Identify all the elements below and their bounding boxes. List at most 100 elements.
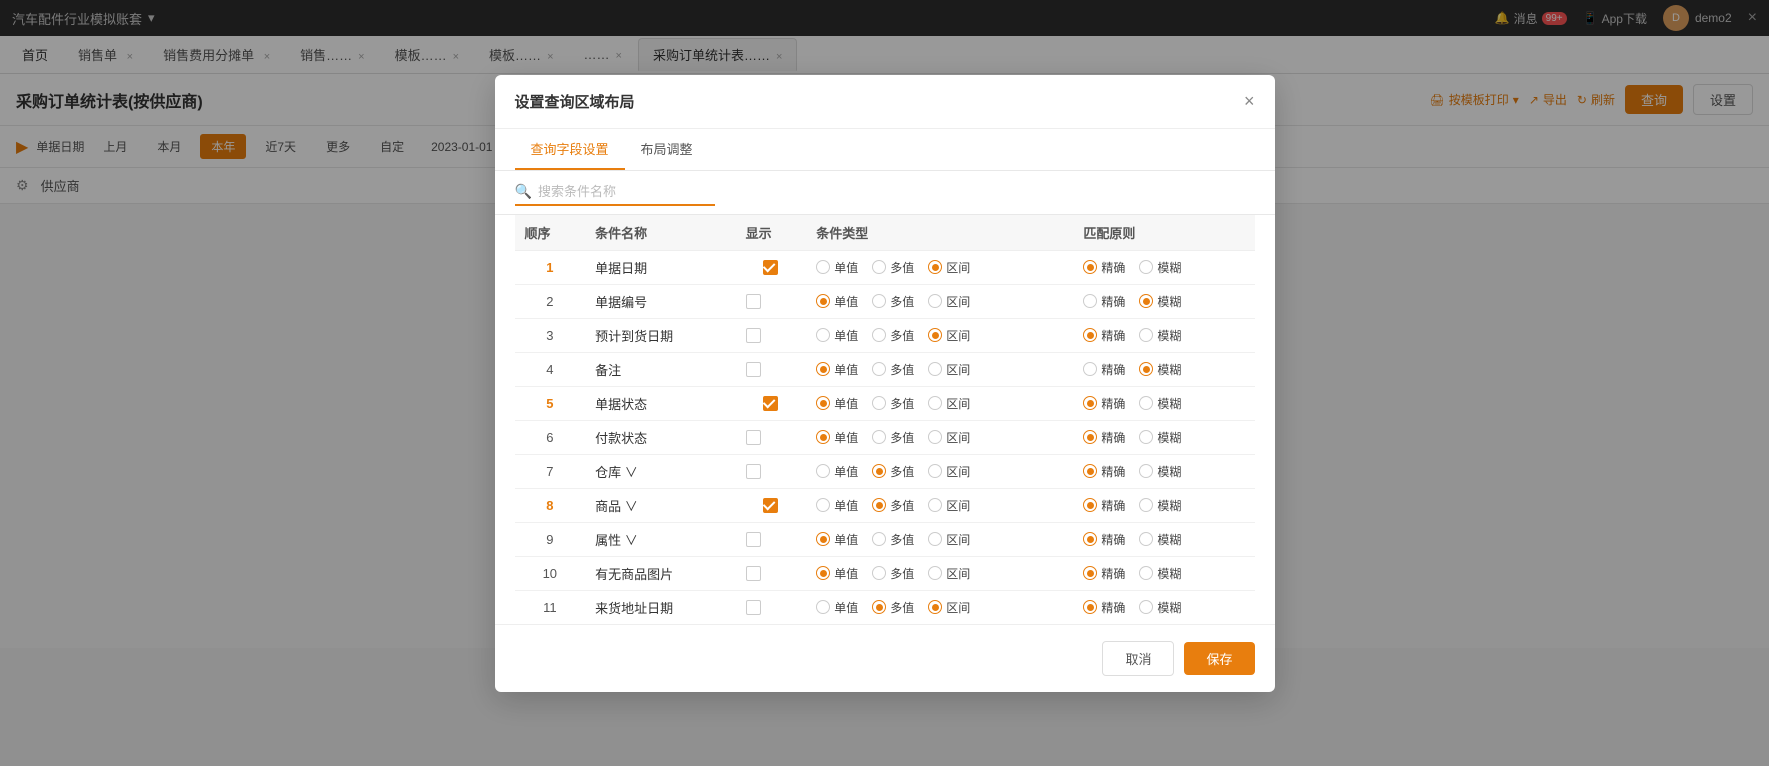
type-multi-radio[interactable] (872, 566, 886, 580)
match-fuzzy-radio[interactable] (1139, 600, 1153, 614)
type-range-radio[interactable] (928, 294, 942, 308)
match-exact-option[interactable]: 精确 (1083, 463, 1125, 480)
match-fuzzy-option[interactable]: 模糊 (1139, 361, 1181, 378)
match-exact-radio[interactable] (1083, 294, 1097, 308)
type-range-option[interactable]: 区间 (928, 293, 970, 310)
row-display[interactable] (736, 454, 807, 488)
type-multi-radio[interactable] (872, 464, 886, 478)
match-fuzzy-radio[interactable] (1139, 328, 1153, 342)
type-range-radio[interactable] (928, 566, 942, 580)
type-single-radio[interactable] (816, 464, 830, 478)
match-fuzzy-radio[interactable] (1139, 294, 1153, 308)
modal-tab-layout[interactable]: 布局调整 (625, 129, 709, 170)
row-display[interactable] (736, 250, 807, 284)
type-multi-radio[interactable] (872, 362, 886, 376)
type-single-option[interactable]: 单值 (816, 293, 858, 310)
type-single-radio[interactable] (816, 294, 830, 308)
type-single-option[interactable]: 单值 (816, 565, 858, 582)
checkbox-empty[interactable] (746, 600, 761, 615)
type-multi-option[interactable]: 多值 (872, 565, 914, 582)
match-exact-option[interactable]: 精确 (1083, 565, 1125, 582)
type-multi-option[interactable]: 多值 (872, 599, 914, 616)
type-range-option[interactable]: 区间 (928, 463, 970, 480)
match-exact-radio[interactable] (1083, 328, 1097, 342)
match-exact-option[interactable]: 精确 (1083, 497, 1125, 514)
type-range-radio[interactable] (928, 260, 942, 274)
type-range-option[interactable]: 区间 (928, 497, 970, 514)
type-multi-radio[interactable] (872, 600, 886, 614)
match-fuzzy-option[interactable]: 模糊 (1139, 463, 1181, 480)
checkbox-checked[interactable] (763, 396, 778, 411)
type-single-radio[interactable] (816, 396, 830, 410)
match-exact-radio[interactable] (1083, 464, 1097, 478)
match-fuzzy-radio[interactable] (1139, 498, 1153, 512)
match-fuzzy-radio[interactable] (1139, 532, 1153, 546)
type-multi-radio[interactable] (872, 396, 886, 410)
checkbox-empty[interactable] (746, 430, 761, 445)
type-range-option[interactable]: 区间 (928, 599, 970, 616)
type-multi-radio[interactable] (872, 430, 886, 444)
match-exact-option[interactable]: 精确 (1083, 327, 1125, 344)
type-multi-option[interactable]: 多值 (872, 497, 914, 514)
match-exact-option[interactable]: 精确 (1083, 259, 1125, 276)
row-display[interactable] (736, 420, 807, 454)
type-range-radio[interactable] (928, 532, 942, 546)
match-fuzzy-option[interactable]: 模糊 (1139, 327, 1181, 344)
match-fuzzy-option[interactable]: 模糊 (1139, 259, 1181, 276)
checkbox-empty[interactable] (746, 566, 761, 581)
type-range-option[interactable]: 区间 (928, 531, 970, 548)
type-range-radio[interactable] (928, 328, 942, 342)
type-single-option[interactable]: 单值 (816, 463, 858, 480)
cancel-button[interactable]: 取消 (1102, 641, 1174, 676)
checkbox-empty[interactable] (746, 362, 761, 377)
modal-close-button[interactable]: × (1244, 92, 1255, 110)
row-display[interactable] (736, 488, 807, 522)
match-exact-radio[interactable] (1083, 396, 1097, 410)
type-multi-radio[interactable] (872, 328, 886, 342)
match-exact-radio[interactable] (1083, 362, 1097, 376)
type-single-option[interactable]: 单值 (816, 599, 858, 616)
match-fuzzy-radio[interactable] (1139, 362, 1153, 376)
row-display[interactable] (736, 284, 807, 318)
match-exact-option[interactable]: 精确 (1083, 531, 1125, 548)
type-multi-option[interactable]: 多值 (872, 531, 914, 548)
row-display[interactable] (736, 352, 807, 386)
type-single-option[interactable]: 单值 (816, 327, 858, 344)
type-multi-radio[interactable] (872, 498, 886, 512)
type-multi-option[interactable]: 多值 (872, 463, 914, 480)
checkbox-checked[interactable] (763, 498, 778, 513)
match-fuzzy-option[interactable]: 模糊 (1139, 293, 1181, 310)
match-exact-option[interactable]: 精确 (1083, 293, 1125, 310)
checkbox-empty[interactable] (746, 328, 761, 343)
match-fuzzy-option[interactable]: 模糊 (1139, 599, 1181, 616)
type-range-radio[interactable] (928, 430, 942, 444)
match-fuzzy-radio[interactable] (1139, 430, 1153, 444)
match-fuzzy-radio[interactable] (1139, 566, 1153, 580)
type-single-radio[interactable] (816, 430, 830, 444)
type-single-option[interactable]: 单值 (816, 531, 858, 548)
match-fuzzy-radio[interactable] (1139, 464, 1153, 478)
type-multi-option[interactable]: 多值 (872, 259, 914, 276)
checkbox-empty[interactable] (746, 464, 761, 479)
type-single-radio[interactable] (816, 600, 830, 614)
match-fuzzy-radio[interactable] (1139, 396, 1153, 410)
checkbox-empty[interactable] (746, 294, 761, 309)
type-range-radio[interactable] (928, 464, 942, 478)
type-single-option[interactable]: 单值 (816, 395, 858, 412)
type-single-option[interactable]: 单值 (816, 361, 858, 378)
type-multi-radio[interactable] (872, 532, 886, 546)
match-exact-radio[interactable] (1083, 430, 1097, 444)
match-exact-option[interactable]: 精确 (1083, 429, 1125, 446)
type-range-radio[interactable] (928, 600, 942, 614)
match-fuzzy-radio[interactable] (1139, 260, 1153, 274)
type-range-option[interactable]: 区间 (928, 395, 970, 412)
type-range-option[interactable]: 区间 (928, 361, 970, 378)
match-exact-radio[interactable] (1083, 532, 1097, 546)
save-button[interactable]: 保存 (1184, 642, 1254, 675)
match-exact-radio[interactable] (1083, 566, 1097, 580)
type-range-option[interactable]: 区间 (928, 327, 970, 344)
type-single-option[interactable]: 单值 (816, 497, 858, 514)
type-single-radio[interactable] (816, 566, 830, 580)
match-exact-radio[interactable] (1083, 600, 1097, 614)
type-multi-option[interactable]: 多值 (872, 327, 914, 344)
